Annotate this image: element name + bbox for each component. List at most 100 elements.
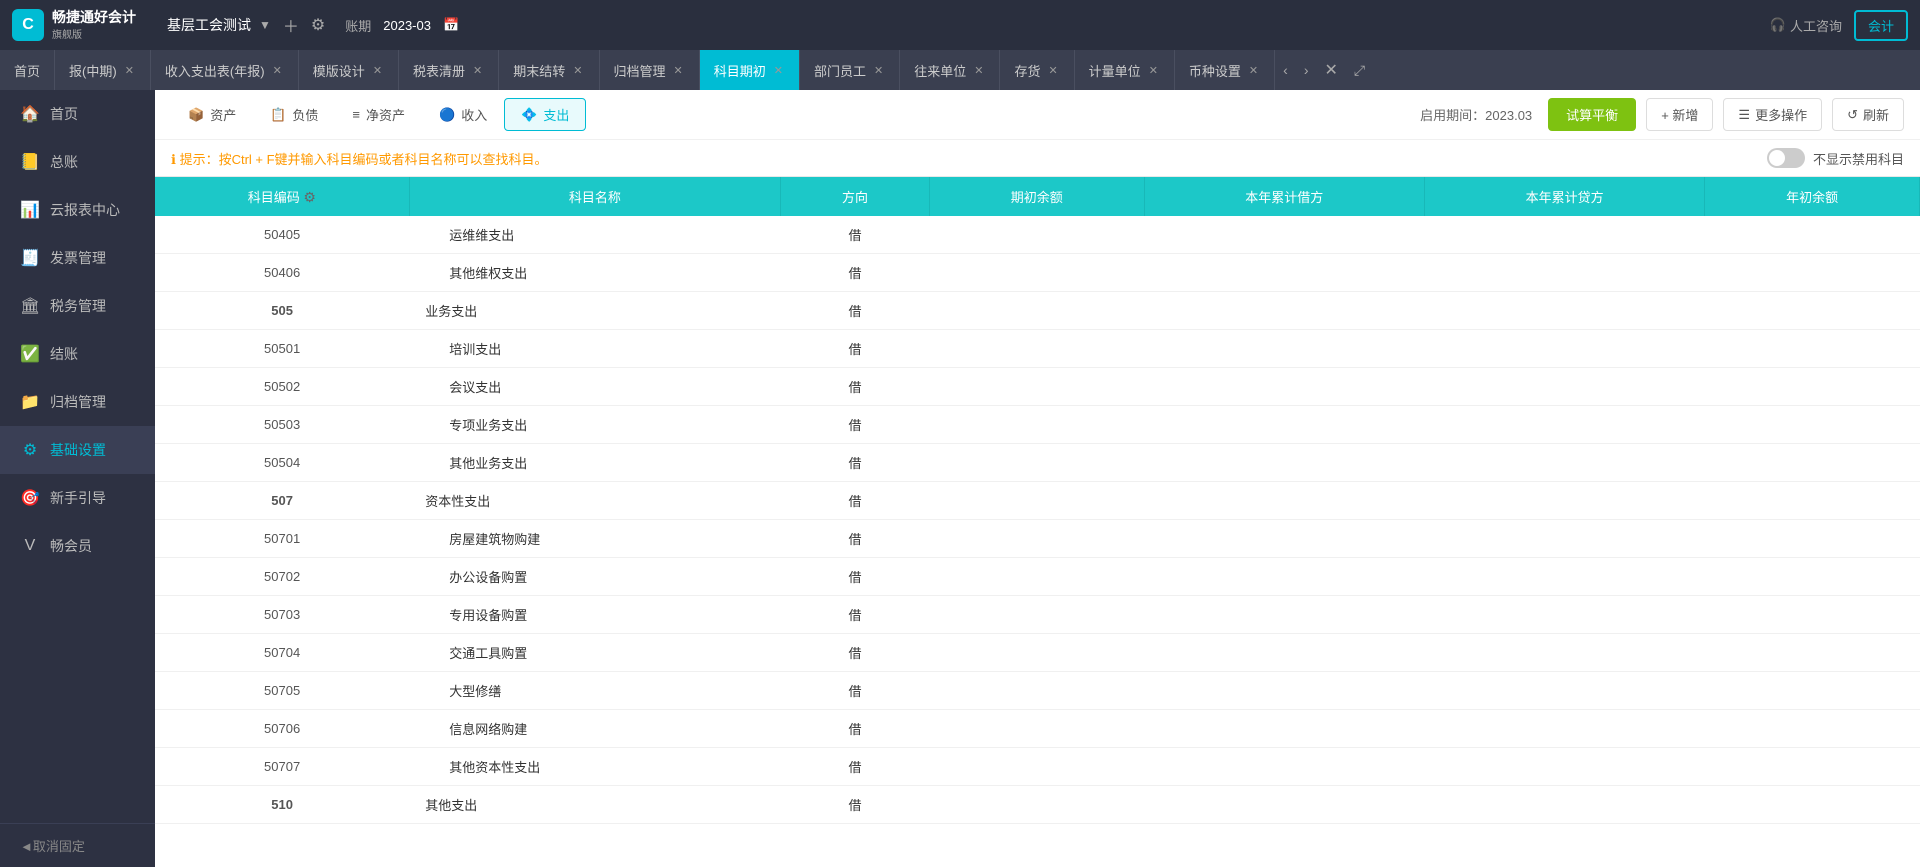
table-row[interactable]: 50702 办公设备购置 借 [155,558,1920,596]
add-button[interactable]: + 新增 [1646,98,1713,131]
col-year-opening: 年初余额 [1705,177,1920,216]
tab-currency-close[interactable]: ✕ [1247,64,1260,77]
sub-tab-expense[interactable]: 💠 支出 [504,98,586,131]
table-row[interactable]: 50706 信息网络购建 借 [155,710,1920,748]
refresh-button[interactable]: ↺ 刷新 [1832,98,1904,131]
tab-currency-label: 币种设置 [1189,61,1241,80]
tab-period-end[interactable]: 期末结转 ✕ [499,50,599,90]
settings-icon[interactable]: ⚙ [311,15,325,35]
tab-tax[interactable]: 税表清册 ✕ [399,50,499,90]
sidebar-item-settle-label: 结账 [50,344,78,364]
sidebar-item-ledger[interactable]: 📒 总账 [0,138,155,186]
tab-nav-right[interactable]: › [1296,62,1317,78]
sidebar-item-invoice[interactable]: 🧾 发票管理 [0,234,155,282]
cell-year-opening [1705,292,1920,330]
tab-currency[interactable]: 币种设置 ✕ [1175,50,1275,90]
cell-direction: 借 [780,672,929,710]
sub-tab-equity[interactable]: ≡ 净资产 [335,98,422,131]
refresh-icon: ↺ [1847,107,1858,123]
tab-counterpart[interactable]: 往来单位 ✕ [900,50,1000,90]
table-row[interactable]: 50704 交通工具购置 借 [155,634,1920,672]
tab-report-mid-close[interactable]: ✕ [123,64,136,77]
toggle-label: 不显示禁用科目 [1813,149,1904,168]
cell-code: 50704 [155,634,409,672]
cell-year-opening [1705,748,1920,786]
tab-unit-close[interactable]: ✕ [1147,64,1160,77]
balance-button[interactable]: 试算平衡 [1548,98,1636,131]
table-row[interactable]: 50701 房屋建筑物购建 借 [155,520,1920,558]
disable-toggle[interactable] [1767,148,1805,168]
table-row[interactable]: 505 业务支出 借 [155,292,1920,330]
tab-close-all-button[interactable]: ✕ [1316,60,1345,80]
tab-subject-initial-close[interactable]: ✕ [772,64,785,77]
tab-income-annual[interactable]: 收入支出表(年报) ✕ [151,50,299,90]
col-ytd-debit: 本年累计借方 [1144,177,1424,216]
table-row[interactable]: 510 其他支出 借 [155,786,1920,824]
sidebar-item-guide[interactable]: 🎯 新手引导 [0,474,155,522]
tab-period-end-close[interactable]: ✕ [571,64,584,77]
table-row[interactable]: 507 资本性支出 借 [155,482,1920,520]
sidebar-item-basic[interactable]: ⚙ 基础设置 [0,426,155,474]
support-button[interactable]: 🎧 人工咨询 [1770,16,1842,35]
sidebar-item-ledger-label: 总账 [50,152,78,172]
tab-tax-close[interactable]: ✕ [471,64,484,77]
sub-tab-liability[interactable]: 📋 负债 [253,98,335,131]
expense-icon: 💠 [521,107,537,123]
tab-income-annual-close[interactable]: ✕ [271,64,284,77]
tab-template[interactable]: 模版设计 ✕ [299,50,399,90]
tab-report-mid[interactable]: 报(中期) ✕ [55,50,151,90]
tab-homepage[interactable]: 首页 [0,50,55,90]
sidebar-collapse-button[interactable]: ◄取消固定 [0,823,155,867]
table-row[interactable]: 50406 其他维权支出 借 [155,254,1920,292]
tab-subject-initial[interactable]: 科目期初 ✕ [700,50,800,90]
table-row[interactable]: 50503 专项业务支出 借 [155,406,1920,444]
account-button[interactable]: 会计 [1854,10,1908,41]
company-dropdown-icon[interactable]: ▼ [259,18,271,32]
sidebar-item-archive[interactable]: 📁 归档管理 [0,378,155,426]
sidebar-item-settle[interactable]: ✅ 结账 [0,330,155,378]
tab-dept[interactable]: 部门员工 ✕ [800,50,900,90]
table-row[interactable]: 50504 其他业务支出 借 [155,444,1920,482]
col-ytd-credit: 本年累计贷方 [1424,177,1704,216]
header-center: 基层工会测试 ▼ ＋ ⚙ 账期 2023-03 📅 [167,13,1770,37]
refresh-button-label: 刷新 [1863,105,1889,124]
tax-icon: 🏛 [20,296,40,316]
table-row[interactable]: 50705 大型修缮 借 [155,672,1920,710]
asset-icon: 📦 [188,107,204,123]
more-button[interactable]: ☰ 更多操作 [1723,98,1822,131]
tab-nav-left[interactable]: ‹ [1275,62,1296,78]
table-row[interactable]: 50707 其他资本性支出 借 [155,748,1920,786]
table-row[interactable]: 50502 会议支出 借 [155,368,1920,406]
col-settings-icon[interactable]: ⚙ [303,189,316,205]
tab-income-annual-label: 收入支出表(年报) [165,61,265,80]
sidebar-item-reports[interactable]: 📊 云报表中心 [0,186,155,234]
sub-tab-income[interactable]: 🔵 收入 [422,98,504,131]
cell-ytd-credit [1424,444,1704,482]
cell-ytd-debit [1144,520,1424,558]
tab-archive-close[interactable]: ✕ [672,64,685,77]
sidebar-item-member[interactable]: V 畅会员 [0,522,155,570]
cell-name: 培训支出 [409,330,780,368]
tab-dept-close[interactable]: ✕ [872,64,885,77]
top-controls: 📦 资产 📋 负债 ≡ 净资产 🔵 收入 💠 支出 [155,90,1920,177]
table-row[interactable]: 50405 运维维支出 借 [155,216,1920,254]
add-tab-button[interactable]: ＋ [279,13,303,37]
sidebar-item-home[interactable]: 🏠 首页 [0,90,155,138]
tab-template-close[interactable]: ✕ [371,64,384,77]
tab-inventory[interactable]: 存货 ✕ [1000,50,1074,90]
tab-counterpart-close[interactable]: ✕ [972,64,985,77]
cell-code: 50707 [155,748,409,786]
cell-code: 50702 [155,558,409,596]
tab-inventory-close[interactable]: ✕ [1046,64,1059,77]
calendar-icon[interactable]: 📅 [443,17,459,33]
tab-archive[interactable]: 归档管理 ✕ [600,50,700,90]
company-name[interactable]: 基层工会测试 [167,15,251,35]
tab-unit[interactable]: 计量单位 ✕ [1075,50,1175,90]
table-row[interactable]: 50501 培训支出 借 [155,330,1920,368]
sidebar-item-tax[interactable]: 🏛 税务管理 [0,282,155,330]
cell-direction: 借 [780,292,929,330]
tab-expand-button[interactable]: ⤢ [1346,62,1373,79]
table-row[interactable]: 50703 专用设备购置 借 [155,596,1920,634]
cell-year-opening [1705,254,1920,292]
sub-tab-asset[interactable]: 📦 资产 [171,98,253,131]
